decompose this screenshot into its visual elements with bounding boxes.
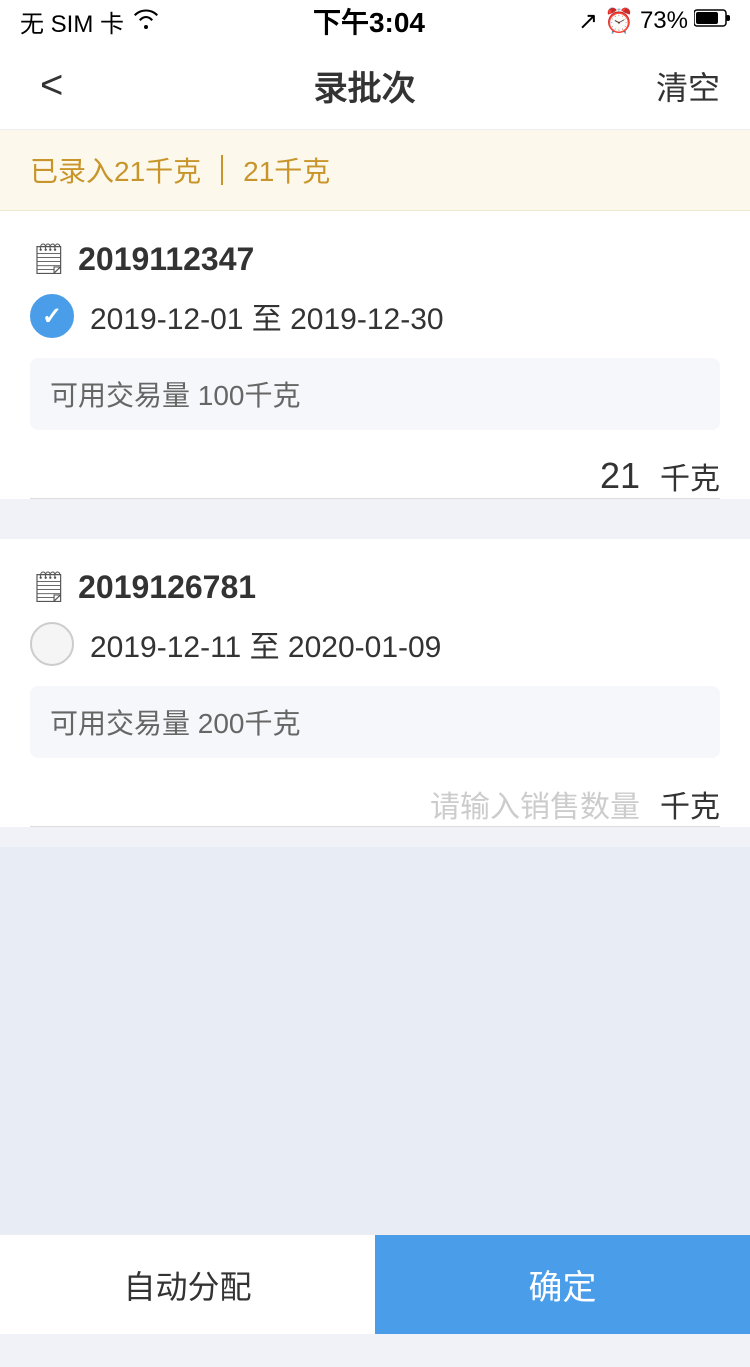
batch-unit-1: 千克 bbox=[660, 454, 720, 498]
batch-underline-2 bbox=[30, 826, 720, 827]
page-title: 录批次 bbox=[314, 61, 416, 110]
batch-amount-value-1[interactable]: 21 bbox=[520, 455, 640, 497]
batch-available-2: 可用交易量 200千克 bbox=[30, 686, 720, 758]
info-divider bbox=[221, 155, 223, 185]
batch-date-row-1: 2019-12-01 至 2019-12-30 bbox=[30, 294, 720, 338]
batch-doc-icon-1: 🗒 bbox=[30, 242, 68, 277]
batch-unit-2: 千克 bbox=[660, 782, 720, 826]
batch-id-2: 2019126781 bbox=[78, 569, 256, 606]
batch-doc-icon-2: 🗒 bbox=[30, 570, 68, 605]
wifi-icon bbox=[132, 7, 160, 36]
info-value: 21千克 bbox=[243, 150, 330, 190]
main-content: 🗒 2019112347 2019-12-01 至 2019-12-30 可用交… bbox=[0, 211, 750, 1367]
batch-header-1: 🗒 2019112347 bbox=[30, 241, 720, 278]
status-bar: 无 SIM 卡 下午3:04 ↗ ⏰ 73% bbox=[0, 0, 750, 42]
carrier-text: 无 SIM 卡 bbox=[20, 4, 124, 39]
status-right: ↗ ⏰ 73% bbox=[578, 7, 730, 36]
batch-underline-1 bbox=[30, 498, 720, 499]
batch-id-1: 2019112347 bbox=[78, 241, 254, 278]
confirm-button[interactable]: 确定 bbox=[375, 1235, 750, 1334]
batch-available-1: 可用交易量 100千克 bbox=[30, 358, 720, 430]
battery-icon bbox=[694, 7, 730, 35]
batch-radio-1[interactable] bbox=[30, 294, 74, 338]
battery-text: 73% bbox=[640, 7, 688, 35]
info-label: 已录入21千克 bbox=[30, 150, 201, 190]
batch-amount-row-2: 请输入销售数量 千克 bbox=[30, 758, 720, 826]
batch-date-2: 2019-12-11 至 2020-01-09 bbox=[90, 622, 441, 666]
batch-amount-row-1: 21 千克 bbox=[30, 430, 720, 498]
section-divider bbox=[0, 519, 750, 539]
nav-bar: < 录批次 清空 bbox=[0, 42, 750, 130]
clear-button[interactable]: 清空 bbox=[656, 63, 720, 109]
batch-placeholder-2: 请输入销售数量 bbox=[30, 782, 640, 826]
info-banner: 已录入21千克 21千克 bbox=[0, 130, 750, 211]
back-button[interactable]: < bbox=[30, 53, 73, 118]
batch-card-2: 🗒 2019126781 2019-12-11 至 2020-01-09 可用交… bbox=[0, 539, 750, 827]
batch-date-row-2: 2019-12-11 至 2020-01-09 bbox=[30, 622, 720, 666]
batch-date-1: 2019-12-01 至 2019-12-30 bbox=[90, 294, 444, 338]
empty-area bbox=[0, 847, 750, 1267]
batch-header-2: 🗒 2019126781 bbox=[30, 569, 720, 606]
batch-radio-2[interactable] bbox=[30, 622, 74, 666]
batch-card-1: 🗒 2019112347 2019-12-01 至 2019-12-30 可用交… bbox=[0, 211, 750, 499]
status-left: 无 SIM 卡 bbox=[20, 4, 160, 39]
auto-distribute-button[interactable]: 自动分配 bbox=[0, 1235, 375, 1334]
status-time: 下午3:04 bbox=[313, 1, 425, 41]
location-icon: ↗ bbox=[578, 7, 598, 36]
bottom-bar: 自动分配 确定 bbox=[0, 1234, 750, 1334]
alarm-icon: ⏰ bbox=[604, 7, 634, 36]
